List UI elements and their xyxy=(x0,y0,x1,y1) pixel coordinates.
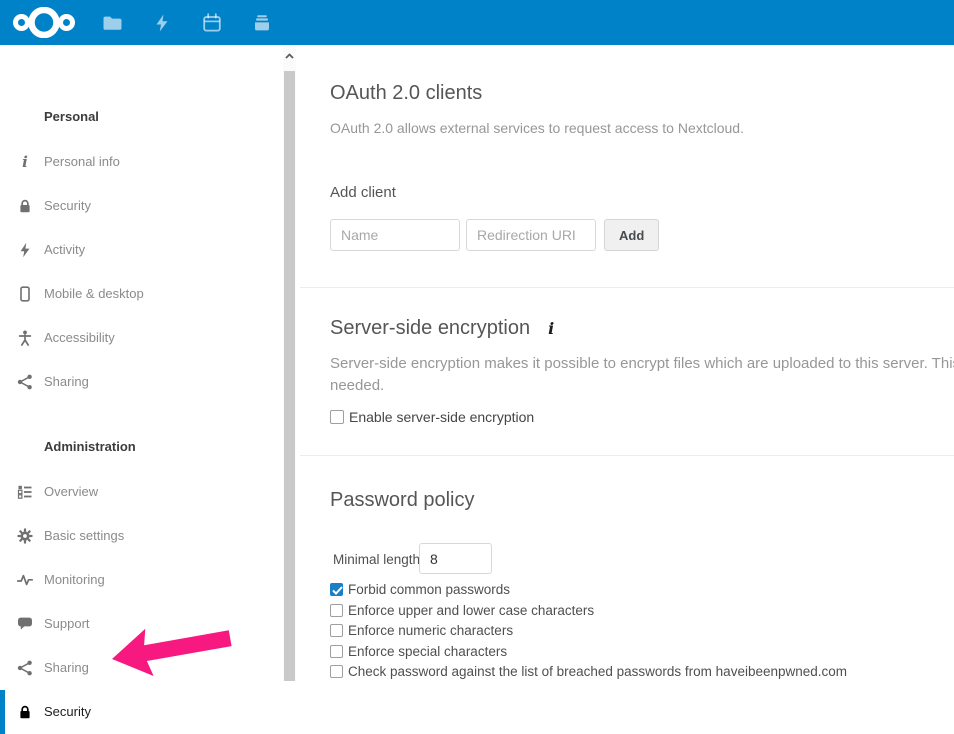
list-icon xyxy=(17,484,33,500)
encryption-description-line2: needed. xyxy=(330,377,384,394)
enforce-case-checkbox[interactable]: Enforce upper and lower case characters xyxy=(330,602,594,620)
minimal-length-label: Minimal length xyxy=(333,552,420,567)
checkbox-unchecked-icon[interactable] xyxy=(330,665,343,678)
oauth-section-title: OAuth 2.0 clients xyxy=(330,82,482,105)
encryption-description-line1: Server-side encryption makes it possible… xyxy=(330,355,954,372)
section-divider xyxy=(300,287,954,288)
password-policy-title: Password policy xyxy=(330,489,475,512)
info-icon[interactable]: i xyxy=(548,319,554,338)
settings-sidebar: Personal i Personal info Security Activi… xyxy=(0,45,283,681)
sidebar-item-accessibility[interactable]: Accessibility xyxy=(0,316,283,360)
sidebar-item-security-personal[interactable]: Security xyxy=(0,184,283,228)
pulse-icon xyxy=(17,572,33,588)
sidebar-item-overview[interactable]: Overview xyxy=(0,470,283,514)
folder-icon[interactable] xyxy=(102,13,122,33)
encryption-section-title: Server-side encryptioni xyxy=(330,317,554,340)
minimal-length-input[interactable] xyxy=(419,543,492,574)
lightning-icon xyxy=(17,242,33,258)
section-header-administration: Administration xyxy=(44,439,136,454)
sidebar-item-sharing-personal[interactable]: Sharing xyxy=(0,360,283,404)
sidebar-item-security-admin[interactable]: Security xyxy=(0,690,283,734)
add-client-label: Add client xyxy=(330,184,396,201)
sidebar-item-basic-settings[interactable]: Basic settings xyxy=(0,514,283,558)
add-client-button[interactable]: Add xyxy=(604,219,659,251)
scrollbar-up-arrow-icon[interactable] xyxy=(283,50,296,66)
forbid-common-passwords-checkbox[interactable]: Forbid common passwords xyxy=(330,581,510,599)
section-divider xyxy=(300,455,954,456)
gear-icon xyxy=(17,528,33,544)
share-icon xyxy=(17,660,33,676)
checkbox-unchecked-icon[interactable] xyxy=(330,624,343,637)
lock-icon xyxy=(17,198,33,214)
accessibility-icon xyxy=(17,330,33,346)
chat-icon xyxy=(17,616,33,632)
sidebar-item-activity[interactable]: Activity xyxy=(0,228,283,272)
sidebar-item-support[interactable]: Support xyxy=(0,602,283,646)
checkbox-unchecked-icon[interactable] xyxy=(330,604,343,617)
enable-encryption-checkbox[interactable]: Enable server-side encryption xyxy=(330,409,534,427)
section-header-personal: Personal xyxy=(44,109,99,124)
enforce-numeric-checkbox[interactable]: Enforce numeric characters xyxy=(330,622,513,640)
info-icon: i xyxy=(17,154,33,170)
enforce-special-checkbox[interactable]: Enforce special characters xyxy=(330,643,507,661)
oauth-description: OAuth 2.0 allows external services to re… xyxy=(330,120,744,136)
check-breached-passwords-checkbox[interactable]: Check password against the list of breac… xyxy=(330,663,847,681)
deck-icon[interactable] xyxy=(252,13,272,33)
scrollbar-thumb[interactable] xyxy=(284,71,295,681)
sidebar-scrollbar[interactable] xyxy=(283,45,296,681)
client-name-input[interactable] xyxy=(330,219,460,251)
share-icon xyxy=(17,374,33,390)
settings-main-content: OAuth 2.0 clients OAuth 2.0 allows exter… xyxy=(296,45,954,681)
lightning-icon[interactable] xyxy=(152,13,172,33)
sidebar-item-sharing-admin[interactable]: Sharing xyxy=(0,646,283,690)
calendar-icon[interactable] xyxy=(202,13,222,33)
checkbox-unchecked-icon[interactable] xyxy=(330,410,344,424)
lock-icon xyxy=(17,704,33,720)
checkbox-checked-icon[interactable] xyxy=(330,583,343,596)
nextcloud-logo[interactable] xyxy=(11,7,77,43)
phone-icon xyxy=(17,286,33,302)
sidebar-item-mobile-desktop[interactable]: Mobile & desktop xyxy=(0,272,283,316)
checkbox-unchecked-icon[interactable] xyxy=(330,645,343,658)
sidebar-item-monitoring[interactable]: Monitoring xyxy=(0,558,283,602)
sidebar-item-personal-info[interactable]: i Personal info xyxy=(0,140,283,184)
top-header-bar xyxy=(0,0,954,45)
redirection-uri-input[interactable] xyxy=(466,219,596,251)
